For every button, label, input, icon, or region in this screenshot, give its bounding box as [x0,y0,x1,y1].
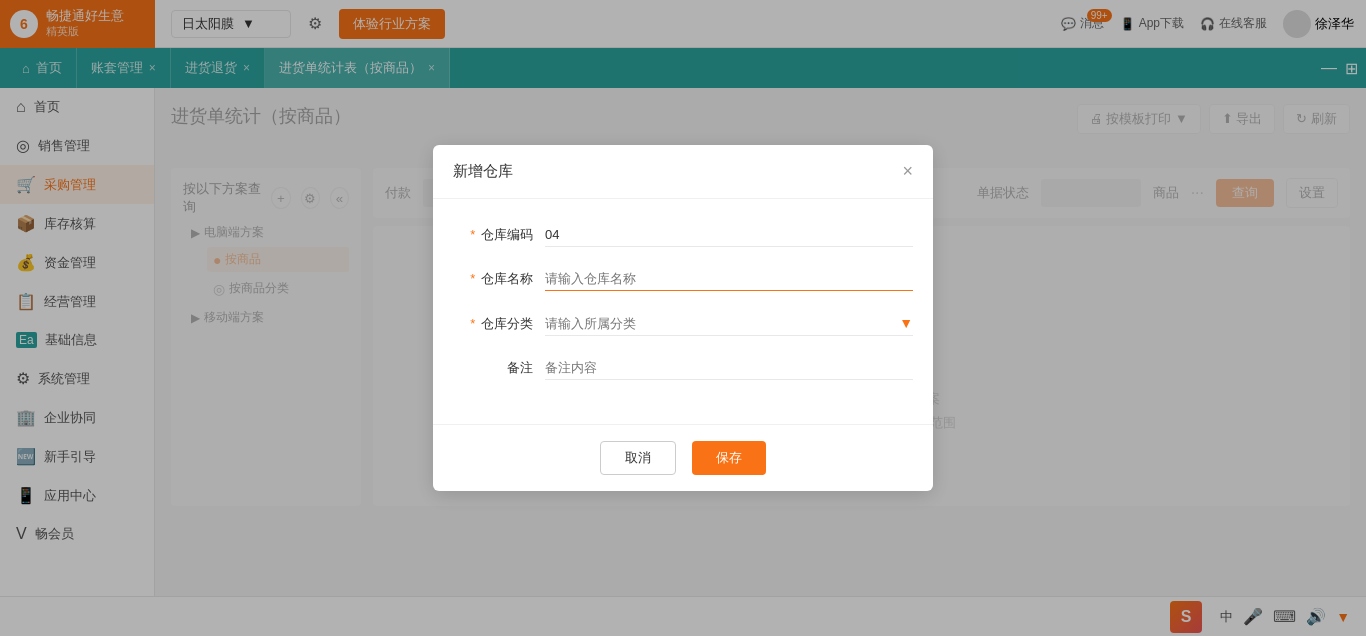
required-star-code: * [470,227,475,242]
modal-header: 新增仓库 × [433,145,933,199]
category-select-wrapper[interactable]: ▼ [545,311,913,336]
note-input[interactable] [545,356,913,380]
warehouse-code-input[interactable] [545,223,913,247]
note-label: 备注 [453,359,533,377]
category-dropdown-arrow: ▼ [899,315,913,331]
required-star-category: * [470,316,475,331]
name-label: * 仓库名称 [453,270,533,288]
warehouse-name-input[interactable] [545,267,913,291]
modal-close-button[interactable]: × [902,161,913,182]
code-label: * 仓库编码 [453,226,533,244]
required-star-name: * [470,271,475,286]
form-row-category: * 仓库分类 ▼ [453,311,913,336]
form-row-note: 备注 [453,356,913,380]
category-label: * 仓库分类 [453,315,533,333]
cancel-button[interactable]: 取消 [600,441,676,475]
add-warehouse-modal: 新增仓库 × * 仓库编码 * 仓库名称 [433,145,933,491]
form-row-name: * 仓库名称 [453,267,913,291]
modal-body: * 仓库编码 * 仓库名称 * 仓库分类 [433,199,933,424]
modal-footer: 取消 保存 [433,424,933,491]
save-button[interactable]: 保存 [692,441,766,475]
modal-title: 新增仓库 [453,162,513,181]
category-select-input[interactable] [545,316,899,331]
modal-overlay: 新增仓库 × * 仓库编码 * 仓库名称 [0,0,1366,636]
form-row-code: * 仓库编码 [453,223,913,247]
